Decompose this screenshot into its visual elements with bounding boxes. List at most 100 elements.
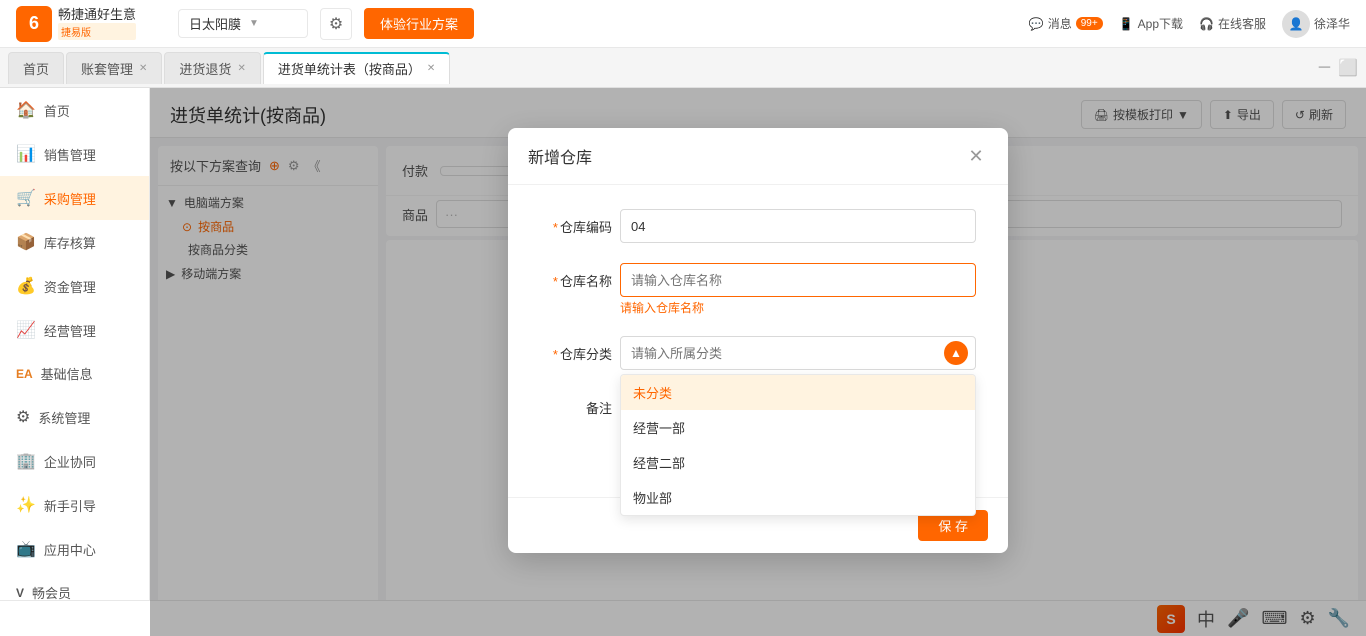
app-badge: 捷易版	[58, 23, 136, 40]
message-icon: 💬	[1029, 17, 1044, 31]
note-label: 备注	[540, 390, 620, 417]
trial-button[interactable]: 体验行业方案	[364, 8, 474, 39]
dialog-close-icon[interactable]: ✕	[964, 144, 988, 168]
store-name: 日太阳膜	[189, 14, 241, 33]
add-warehouse-dialog: 新增仓库 ✕ 仓库编码 仓库名称	[508, 128, 1008, 553]
tab-home-label: 首页	[23, 59, 49, 78]
sidebar-item-sales-label: 销售管理	[44, 145, 96, 164]
avatar: 👤	[1282, 10, 1310, 38]
dialog-overlay: 新增仓库 ✕ 仓库编码 仓库名称	[150, 88, 1366, 636]
purchase-icon: 🛒	[16, 188, 36, 208]
tab-purchase-return-label: 进货退货	[179, 59, 231, 78]
name-error-msg: 请输入仓库名称	[620, 299, 976, 316]
user-item[interactable]: 👤 徐泽华	[1282, 10, 1350, 38]
category-field: ▲ 未分类 经营一部 经营二部 物业部	[620, 336, 976, 370]
tab-purchase-stats-label: 进货单统计表（按商品）	[278, 59, 421, 78]
member-icon: V	[16, 586, 24, 600]
code-label: 仓库编码	[540, 209, 620, 236]
dialog-header: 新增仓库 ✕	[508, 128, 1008, 185]
sidebar-item-home-label: 首页	[44, 101, 70, 120]
sidebar-item-basic[interactable]: EA 基础信息	[0, 352, 149, 395]
system-icon: ⚙	[16, 407, 30, 427]
tab-purchase-return[interactable]: 进货退货 ✕	[164, 52, 260, 84]
topbar: 6 畅捷通好生意 捷易版 日太阳膜 ▼ ⚙ 体验行业方案 💬 消息 99+ 📱 …	[0, 0, 1366, 48]
app-download-label: App下载	[1138, 15, 1183, 32]
message-label: 消息	[1048, 15, 1072, 32]
app-logo-icon: 6	[16, 6, 52, 42]
code-field	[620, 209, 976, 243]
dropdown-item-uncategorized[interactable]: 未分类	[621, 375, 975, 410]
tab-purchase-return-close-icon[interactable]: ✕	[237, 63, 245, 74]
sidebar-item-sales[interactable]: 📊 销售管理	[0, 132, 149, 176]
topbar-right: 💬 消息 99+ 📱 App下载 🎧 在线客服 👤 徐泽华	[1029, 10, 1350, 38]
sidebar-item-basic-label: 基础信息	[41, 364, 93, 383]
headset-icon: 🎧	[1199, 17, 1214, 31]
tabbar: 首页 账套管理 ✕ 进货退货 ✕ 进货单统计表（按商品） ✕ ─ ⬜	[0, 48, 1366, 88]
sidebar-item-system-label: 系统管理	[38, 408, 90, 427]
sidebar-item-guide[interactable]: ✨ 新手引导	[0, 483, 149, 527]
sidebar-item-apps-label: 应用中心	[44, 540, 96, 559]
sidebar-item-inventory[interactable]: 📦 库存核算	[0, 220, 149, 264]
dialog-body: 仓库编码 仓库名称 请输入仓库名称	[508, 185, 1008, 497]
tab-expand-icon[interactable]: ⬜	[1338, 58, 1358, 78]
operations-icon: 📈	[16, 320, 36, 340]
category-arrow-icon[interactable]: ▲	[944, 341, 968, 365]
home-icon: 🏠	[16, 100, 36, 120]
sidebar-item-purchase-label: 采购管理	[44, 189, 96, 208]
settings-icon-btn[interactable]: ⚙	[320, 8, 352, 40]
tabbar-actions: ─ ⬜	[1319, 58, 1358, 78]
tab-accounts[interactable]: 账套管理 ✕	[66, 52, 162, 84]
dropdown-item-ops1[interactable]: 经营一部	[621, 410, 975, 445]
tab-purchase-stats-close-icon[interactable]: ✕	[427, 63, 435, 74]
app-download-item[interactable]: 📱 App下载	[1119, 15, 1183, 32]
logo-area: 6 畅捷通好生意 捷易版	[16, 6, 166, 42]
name-label: 仓库名称	[540, 263, 620, 290]
apps-icon: 📺	[16, 539, 36, 559]
sidebar-item-operations-label: 经营管理	[44, 321, 96, 340]
enterprise-icon: 🏢	[16, 451, 36, 471]
sidebar-item-system[interactable]: ⚙ 系统管理	[0, 395, 149, 439]
finance-icon: 💰	[16, 276, 36, 296]
category-dropdown: 未分类 经营一部 经营二部 物业部	[620, 374, 976, 516]
dialog-title: 新增仓库	[528, 144, 592, 168]
sidebar-item-enterprise[interactable]: 🏢 企业协同	[0, 439, 149, 483]
sidebar-item-home[interactable]: 🏠 首页	[0, 88, 149, 132]
form-row-category: 仓库分类 ▲ 未分类 经营一部 经营二部 物业部	[540, 336, 976, 370]
sidebar-item-guide-label: 新手引导	[44, 496, 96, 515]
tab-minimize-icon[interactable]: ─	[1319, 59, 1330, 77]
tab-accounts-close-icon[interactable]: ✕	[139, 63, 147, 74]
name-field: 请输入仓库名称	[620, 263, 976, 316]
tab-home[interactable]: 首页	[8, 52, 64, 84]
store-selector[interactable]: 日太阳膜 ▼	[178, 9, 308, 38]
sidebar-item-apps[interactable]: 📺 应用中心	[0, 527, 149, 571]
name-input[interactable]	[620, 263, 976, 297]
main-layout: 🏠 首页 📊 销售管理 🛒 采购管理 📦 库存核算 💰 资金管理 📈 经营管理 …	[0, 88, 1366, 636]
sidebar-item-inventory-label: 库存核算	[44, 233, 96, 252]
sales-icon: 📊	[16, 144, 36, 164]
basic-icon: EA	[16, 367, 33, 381]
inventory-icon: 📦	[16, 232, 36, 252]
tab-purchase-stats[interactable]: 进货单统计表（按商品） ✕	[263, 52, 450, 84]
content-area: 进货单统计(按商品) 🖨 按模板打印 ▼ ⬆ 导出 ↺ 刷新	[150, 88, 1366, 636]
message-item[interactable]: 💬 消息 99+	[1029, 15, 1103, 32]
code-input[interactable]	[620, 209, 976, 243]
form-row-code: 仓库编码	[540, 209, 976, 243]
sidebar-item-finance[interactable]: 💰 资金管理	[0, 264, 149, 308]
online-service-label: 在线客服	[1218, 15, 1266, 32]
form-row-name: 仓库名称 请输入仓库名称	[540, 263, 976, 316]
sidebar: 🏠 首页 📊 销售管理 🛒 采购管理 📦 库存核算 💰 资金管理 📈 经营管理 …	[0, 88, 150, 636]
app-name: 畅捷通好生意	[58, 7, 136, 24]
guide-icon: ✨	[16, 495, 36, 515]
dropdown-item-ops2[interactable]: 经营二部	[621, 445, 975, 480]
online-service-item[interactable]: 🎧 在线客服	[1199, 15, 1266, 32]
tab-accounts-label: 账套管理	[81, 59, 133, 78]
sidebar-item-operations[interactable]: 📈 经营管理	[0, 308, 149, 352]
store-chevron-icon: ▼	[249, 18, 259, 29]
message-badge: 99+	[1076, 17, 1103, 30]
dropdown-item-property[interactable]: 物业部	[621, 480, 975, 515]
sidebar-item-purchase[interactable]: 🛒 采购管理	[0, 176, 149, 220]
category-input[interactable]	[620, 336, 976, 370]
username-label: 徐泽华	[1314, 15, 1350, 32]
sidebar-item-finance-label: 资金管理	[44, 277, 96, 296]
sidebar-item-enterprise-label: 企业协同	[44, 452, 96, 471]
